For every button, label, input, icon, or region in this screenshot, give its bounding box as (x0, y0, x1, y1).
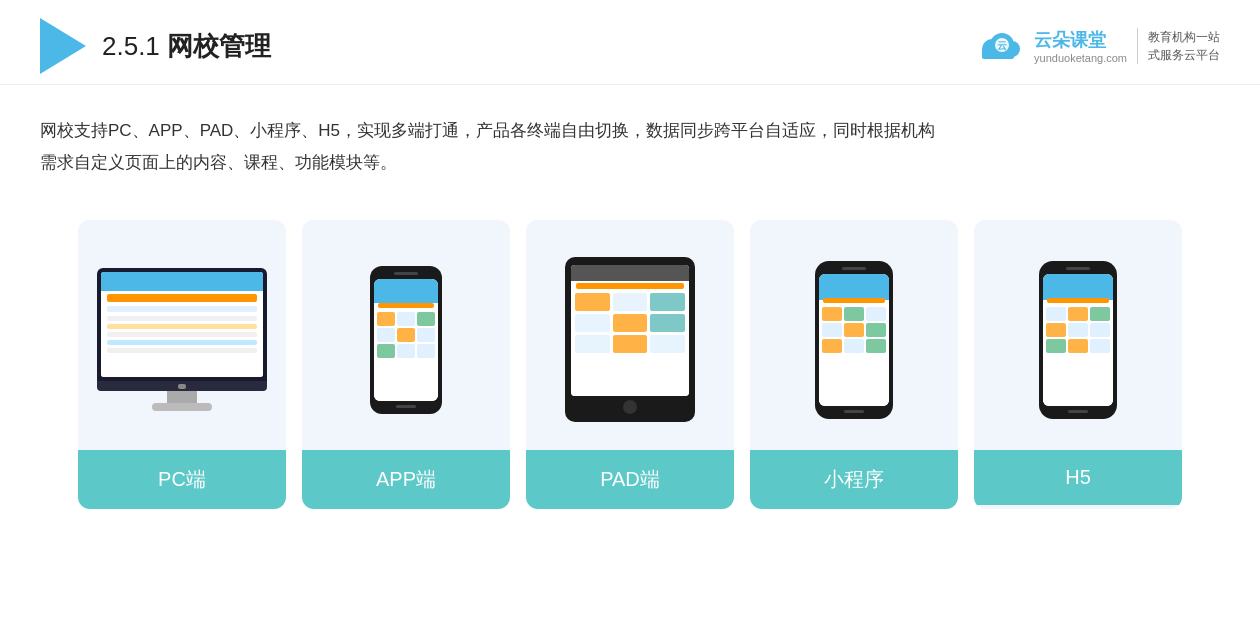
card-h5: H5 (974, 220, 1182, 509)
title-text: 网校管理 (167, 31, 271, 61)
svg-text:云: 云 (997, 40, 1007, 51)
page-title: 2.5.1 网校管理 (102, 29, 271, 64)
logo-triangle-icon (40, 18, 86, 74)
card-pc-image (78, 220, 286, 450)
description-line1: 网校支持PC、APP、PAD、小程序、H5，实现多端打通，产品各终端自由切换，数… (40, 115, 1220, 147)
cards-container: PC端 (0, 190, 1260, 539)
card-pad-image (526, 220, 734, 450)
card-pc-label: PC端 (78, 450, 286, 509)
h5-phone-icon (1039, 261, 1117, 419)
description-line2: 需求自定义页面上的内容、课程、功能模块等。 (40, 147, 1220, 179)
phone-mockup-icon (370, 266, 442, 414)
brand-name-text: 云朵课堂 yunduoketang.com (1034, 28, 1127, 64)
card-app: APP端 (302, 220, 510, 509)
brand-cloud-icon: 云 (974, 21, 1024, 71)
tablet-mockup-icon (565, 257, 695, 422)
header-right: 云 云朵课堂 yunduoketang.com 教育机构一站 式服务云平台 (974, 21, 1220, 71)
card-pad-label: PAD端 (526, 450, 734, 509)
header-divider (1137, 28, 1138, 64)
pc-monitor-icon (97, 268, 267, 411)
card-pc: PC端 (78, 220, 286, 509)
brand-name: 云朵课堂 (1034, 28, 1127, 52)
brand-website: yunduoketang.com (1034, 52, 1127, 64)
card-h5-image (974, 220, 1182, 450)
miniprogram-phone-icon (815, 261, 893, 419)
card-miniprogram: 小程序 (750, 220, 958, 509)
header-left: 2.5.1 网校管理 (40, 18, 271, 74)
card-app-image (302, 220, 510, 450)
card-pad: PAD端 (526, 220, 734, 509)
slogan-line2: 式服务云平台 (1148, 46, 1220, 64)
description-section: 网校支持PC、APP、PAD、小程序、H5，实现多端打通，产品各终端自由切换，数… (0, 85, 1260, 190)
card-app-label: APP端 (302, 450, 510, 509)
brand-logo: 云 (974, 21, 1024, 71)
section-number: 2.5.1 (102, 31, 160, 61)
slogan-line1: 教育机构一站 (1148, 28, 1220, 46)
card-miniprogram-label: 小程序 (750, 450, 958, 509)
brand-slogan: 教育机构一站 式服务云平台 (1148, 28, 1220, 64)
header: 2.5.1 网校管理 云 云朵课堂 yunduoketang.com 教育机构一… (0, 0, 1260, 85)
card-miniprogram-image (750, 220, 958, 450)
card-h5-label: H5 (974, 450, 1182, 505)
